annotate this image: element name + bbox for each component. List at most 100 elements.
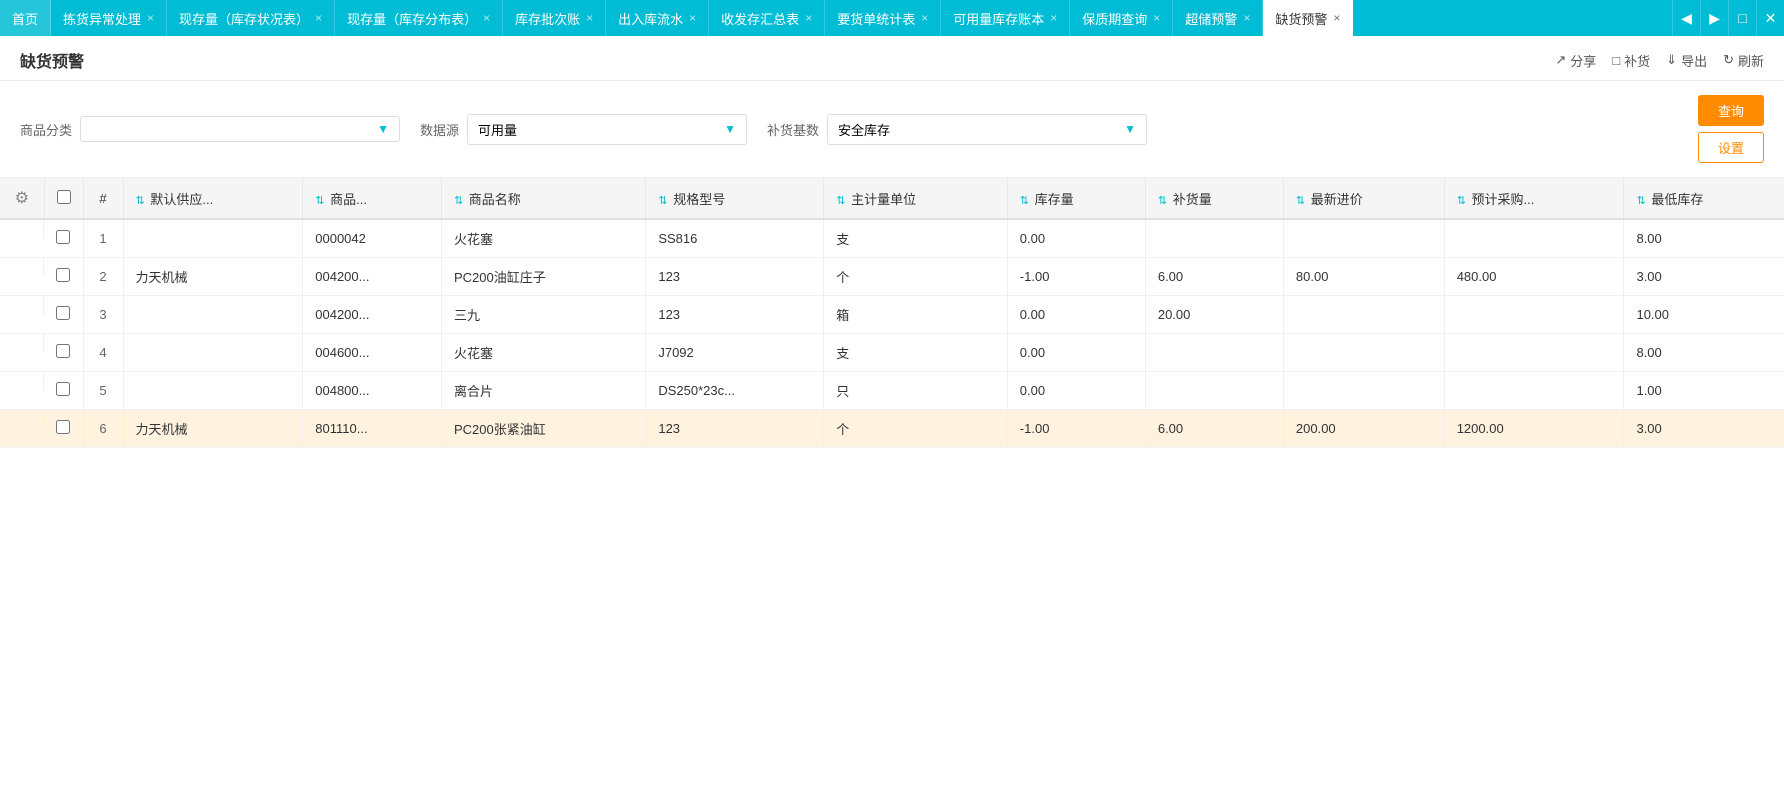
nav-tab-stock-dist[interactable]: 现存量（库存分布表） × xyxy=(335,0,503,36)
nav-tab-stock-status[interactable]: 现存量（库存状况表） × xyxy=(167,0,335,36)
gear-icon[interactable]: ⚙ xyxy=(15,190,29,207)
col-num: # xyxy=(83,178,123,219)
row-checkbox-4[interactable] xyxy=(56,382,70,396)
row-last-price-5: 200.00 xyxy=(1283,410,1444,448)
row-est-purchase-2 xyxy=(1444,296,1624,334)
row-stock-0: 0.00 xyxy=(1007,219,1145,258)
row-checkbox-2[interactable] xyxy=(56,306,70,320)
datasource-select[interactable]: 可用量 ▼ xyxy=(467,114,747,145)
sort-icon-est-purchase: ⇅ xyxy=(1457,195,1466,207)
col-last-price[interactable]: ⇅ 最新进价 xyxy=(1283,178,1444,219)
close-tab-stock-status[interactable]: × xyxy=(315,11,322,25)
row-name-4: 离合片 xyxy=(441,372,645,410)
close-tab-stock-dist[interactable]: × xyxy=(483,11,490,25)
row-stock-3: 0.00 xyxy=(1007,334,1145,372)
nav-tab-exception[interactable]: 拣货异常处理 × xyxy=(51,0,167,36)
nav-restore-button[interactable]: □ xyxy=(1728,0,1756,36)
row-checkbox-cell-0[interactable] xyxy=(44,219,83,258)
row-num-1: 2 xyxy=(83,258,123,296)
row-code-2: 004200... xyxy=(303,296,442,334)
col-stock[interactable]: ⇅ 库存量 xyxy=(1007,178,1145,219)
export-button[interactable]: ⇓ 导出 xyxy=(1666,51,1707,70)
nav-tab-collect[interactable]: 收发存汇总表 × xyxy=(709,0,825,36)
col-supplier[interactable]: ⇅ 默认供应... xyxy=(123,178,303,219)
row-checkbox-cell-5[interactable] xyxy=(44,410,83,448)
row-checkbox-cell-1[interactable] xyxy=(44,258,83,296)
col-replenish[interactable]: ⇅ 补货量 xyxy=(1145,178,1283,219)
close-tab-exception[interactable]: × xyxy=(147,11,154,25)
row-gear-1 xyxy=(0,258,44,276)
row-checkbox-5[interactable] xyxy=(56,420,70,434)
row-min-stock-3: 8.00 xyxy=(1624,334,1784,372)
col-unit[interactable]: ⇅ 主计量单位 xyxy=(824,178,1008,219)
row-gear-0 xyxy=(0,220,44,238)
settings-button[interactable]: 设置 xyxy=(1698,132,1764,163)
basis-select[interactable]: 安全库存 ▼ xyxy=(827,114,1147,145)
nav-tab-expiry[interactable]: 保质期查询 × xyxy=(1070,0,1173,36)
close-tab-expiry[interactable]: × xyxy=(1153,11,1160,25)
col-est-purchase[interactable]: ⇅ 预计采购... xyxy=(1444,178,1624,219)
replenish-button[interactable]: □ 补货 xyxy=(1612,51,1650,70)
row-num-4: 5 xyxy=(83,372,123,410)
col-spec[interactable]: ⇅ 规格型号 xyxy=(646,178,824,219)
category-label: 商品分类 xyxy=(20,120,72,139)
sort-icon-replenish: ⇅ xyxy=(1158,195,1167,207)
row-checkbox-cell-2[interactable] xyxy=(44,296,83,334)
row-checkbox-cell-3[interactable] xyxy=(44,334,83,372)
col-gear[interactable]: ⚙ xyxy=(0,178,44,219)
row-est-purchase-1: 480.00 xyxy=(1444,258,1624,296)
nav-prev-button[interactable]: ◀ xyxy=(1672,0,1700,36)
nav-tab-shortage[interactable]: 缺货预警 × xyxy=(1263,0,1353,36)
nav-tab-demand[interactable]: 要货单统计表 × xyxy=(825,0,941,36)
query-button[interactable]: 查询 xyxy=(1698,95,1764,126)
row-checkbox-cell-4[interactable] xyxy=(44,372,83,410)
col-name[interactable]: ⇅ 商品名称 xyxy=(441,178,645,219)
row-unit-1: 个 xyxy=(824,258,1008,296)
col-checkbox[interactable] xyxy=(44,178,83,219)
select-all-checkbox[interactable] xyxy=(57,190,71,204)
row-code-0: 0000042 xyxy=(303,219,442,258)
sort-icon-spec: ⇅ xyxy=(658,195,667,207)
row-last-price-0 xyxy=(1283,219,1444,258)
nav-tab-inout[interactable]: 出入库流水 × xyxy=(606,0,709,36)
close-tab-inout[interactable]: × xyxy=(689,11,696,25)
category-select[interactable]: ▼ xyxy=(80,116,400,142)
table-row: 5 004800... 离合片 DS250*23c... 只 0.00 1.00 xyxy=(0,372,1784,410)
nav-next-button[interactable]: ▶ xyxy=(1700,0,1728,36)
sort-icon-code: ⇅ xyxy=(315,195,324,207)
nav-close-button[interactable]: ✕ xyxy=(1756,0,1784,36)
top-navigation: 首页 拣货异常处理 × 现存量（库存状况表） × 现存量（库存分布表） × 库存… xyxy=(0,0,1784,36)
row-name-3: 火花塞 xyxy=(441,334,645,372)
row-checkbox-1[interactable] xyxy=(56,268,70,282)
close-tab-batch[interactable]: × xyxy=(586,11,593,25)
close-tab-demand[interactable]: × xyxy=(921,11,928,25)
row-checkbox-3[interactable] xyxy=(56,344,70,358)
close-tab-available[interactable]: × xyxy=(1050,11,1057,25)
row-replenish-1: 6.00 xyxy=(1145,258,1283,296)
share-button[interactable]: ↗ 分享 xyxy=(1555,51,1596,70)
nav-tab-home[interactable]: 首页 xyxy=(0,0,51,36)
table-row: 4 004600... 火花塞 J7092 支 0.00 8.00 xyxy=(0,334,1784,372)
refresh-button[interactable]: ↻ 刷新 xyxy=(1723,51,1764,70)
row-code-3: 004600... xyxy=(303,334,442,372)
col-code[interactable]: ⇅ 商品... xyxy=(303,178,442,219)
row-checkbox-0[interactable] xyxy=(56,230,70,244)
nav-tab-available[interactable]: 可用量库存账本 × xyxy=(941,0,1070,36)
row-name-5: PC200张紧油缸 xyxy=(441,410,645,448)
nav-tab-overstock[interactable]: 超储预警 × xyxy=(1173,0,1263,36)
sort-icon-last-price: ⇅ xyxy=(1296,195,1305,207)
header-actions: ↗ 分享 □ 补货 ⇓ 导出 ↻ 刷新 xyxy=(1555,51,1764,70)
row-stock-1: -1.00 xyxy=(1007,258,1145,296)
basis-label: 补货基数 xyxy=(767,120,819,139)
close-tab-overstock[interactable]: × xyxy=(1243,11,1250,25)
row-code-5: 801110... xyxy=(303,410,442,448)
col-min-stock[interactable]: ⇅ 最低库存 xyxy=(1624,178,1784,219)
row-name-1: PC200油缸庄子 xyxy=(441,258,645,296)
close-tab-collect[interactable]: × xyxy=(805,11,812,25)
row-unit-0: 支 xyxy=(824,219,1008,258)
row-last-price-1: 80.00 xyxy=(1283,258,1444,296)
datasource-arrow-icon: ▼ xyxy=(724,122,736,136)
nav-tab-batch[interactable]: 库存批次账 × xyxy=(503,0,606,36)
close-tab-shortage[interactable]: × xyxy=(1333,11,1340,25)
row-replenish-2: 20.00 xyxy=(1145,296,1283,334)
